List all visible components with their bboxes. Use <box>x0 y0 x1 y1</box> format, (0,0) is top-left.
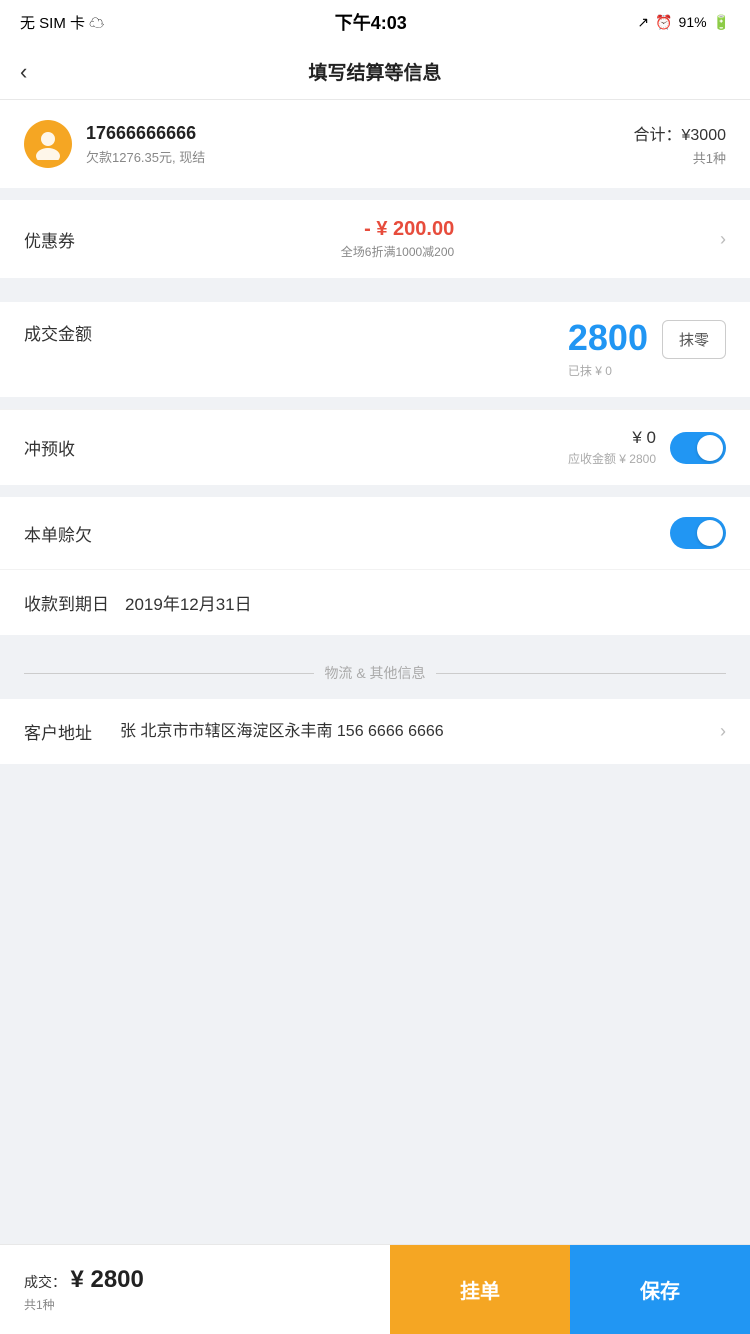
customer-right: 合计：¥3000 共1种 <box>633 121 726 167</box>
content: 17666666666 欠款1276.35元, 现结 合计：¥3000 共1种 … <box>0 100 750 1064</box>
page-title: 填写结算等信息 <box>308 58 441 85</box>
amount-sub: 已抹 ¥ 0 <box>568 362 648 379</box>
prepay-label: 冲预收 <box>24 435 75 460</box>
alarm-icon: ⏰ <box>655 14 672 31</box>
bottom-summary: 成交： ¥ 2800 共1种 <box>0 1266 390 1313</box>
round-button[interactable]: 抹零 <box>662 320 726 359</box>
status-bar: 无 SIM 卡 ☁ 下午4:03 ↗ ⏰ 91% 🔋 <box>0 0 750 44</box>
status-right: ↗ ⏰ 91% 🔋 <box>637 14 730 31</box>
status-left: 无 SIM 卡 ☁ <box>20 12 104 33</box>
debt-label: 本单赊欠 <box>24 521 92 546</box>
avatar <box>24 120 72 168</box>
customer-info: 17666666666 欠款1276.35元, 现结 <box>86 123 205 166</box>
total-label: 合计： <box>633 127 681 144</box>
battery-icon: 🔋 <box>713 14 730 31</box>
divider-line-right <box>436 673 726 674</box>
empty-space <box>0 764 750 964</box>
separator-3 <box>0 635 750 647</box>
amount-value-block: 2800 已抹 ¥ 0 <box>568 320 648 379</box>
prepay-value-block: ¥ 0 应收金额 ¥ 2800 <box>568 428 656 467</box>
amount-section: 成交金额 2800 已抹 ¥ 0 抹零 <box>0 302 750 397</box>
total-value: ¥3000 <box>682 127 727 144</box>
hold-button[interactable]: 挂单 <box>390 1245 570 1334</box>
coupon-desc: 全场6折满1000减200 <box>341 243 454 260</box>
divider-line-left <box>24 673 314 674</box>
prepay-toggle[interactable] <box>670 432 726 464</box>
bottom-label-row: 成交： ¥ 2800 <box>24 1266 366 1294</box>
coupon-row[interactable]: 优惠券 - ¥ 200.00 全场6折满1000减200 › <box>0 200 750 278</box>
debt-row: 本单赊欠 <box>0 497 750 569</box>
coupon-section: 优惠券 - ¥ 200.00 全场6折满1000减200 › <box>0 200 750 278</box>
due-date-label: 收款到期日 <box>24 590 109 615</box>
divider-text: 物流 & 其他信息 <box>324 663 425 683</box>
separator-1 <box>0 290 750 302</box>
prepay-row: 冲预收 ¥ 0 应收金额 ¥ 2800 <box>0 409 750 485</box>
amount-value: 2800 <box>568 320 648 356</box>
prepay-value: ¥ 0 <box>568 428 656 448</box>
separator-2 <box>0 485 750 497</box>
customer-debt: 欠款1276.35元, 现结 <box>86 147 205 166</box>
amount-label: 成交金额 <box>24 320 92 345</box>
debt-toggle-knob <box>697 520 723 546</box>
toggle-knob <box>697 435 723 461</box>
bottom-bar: 成交： ¥ 2800 共1种 挂单 保存 <box>0 1244 750 1334</box>
nav-bar: ‹ 填写结算等信息 <box>0 44 750 100</box>
customer-card: 17666666666 欠款1276.35元, 现结 合计：¥3000 共1种 <box>0 100 750 188</box>
bottom-label: 成交： <box>24 1274 66 1290</box>
amount-right: 2800 已抹 ¥ 0 抹零 <box>568 320 726 379</box>
total-count: 共1种 <box>633 148 726 167</box>
status-time: 下午4:03 <box>335 9 407 35</box>
section-divider: 物流 & 其他信息 <box>0 647 750 699</box>
address-label: 客户地址 <box>24 719 104 744</box>
total-amount: 合计：¥3000 <box>633 121 726 145</box>
avatar-icon <box>32 128 64 160</box>
back-button[interactable]: ‹ <box>20 59 27 85</box>
location-icon: ↗ <box>637 14 649 31</box>
amount-row: 成交金额 2800 已抹 ¥ 0 抹零 <box>24 320 726 379</box>
prepay-right: ¥ 0 应收金额 ¥ 2800 <box>568 428 726 467</box>
coupon-label: 优惠券 <box>24 227 75 252</box>
due-date-value: 2019年12月31日 <box>125 590 252 615</box>
coupon-value: - ¥ 200.00 <box>341 218 454 241</box>
due-date-row: 收款到期日 2019年12月31日 <box>0 569 750 635</box>
prepay-sub: 应收金额 ¥ 2800 <box>568 450 656 467</box>
address-row[interactable]: 客户地址 张 北京市市辖区海淀区永丰南 156 6666 6666 › <box>0 699 750 764</box>
bottom-count: 共1种 <box>24 1296 366 1313</box>
customer-phone: 17666666666 <box>86 123 205 144</box>
chevron-right-icon: › <box>720 229 726 250</box>
debt-toggle[interactable] <box>670 517 726 549</box>
bottom-amount: ¥ 2800 <box>70 1266 143 1293</box>
address-chevron-icon: › <box>720 721 726 742</box>
save-button[interactable]: 保存 <box>570 1245 750 1334</box>
coupon-right: - ¥ 200.00 全场6折满1000减200 <box>341 218 454 260</box>
battery-label: 91% <box>679 14 707 30</box>
sim-label: 无 SIM 卡 ☁ <box>20 12 104 33</box>
customer-left: 17666666666 欠款1276.35元, 现结 <box>24 120 205 168</box>
address-value: 张 北京市市辖区海淀区永丰南 156 6666 6666 <box>120 720 704 744</box>
